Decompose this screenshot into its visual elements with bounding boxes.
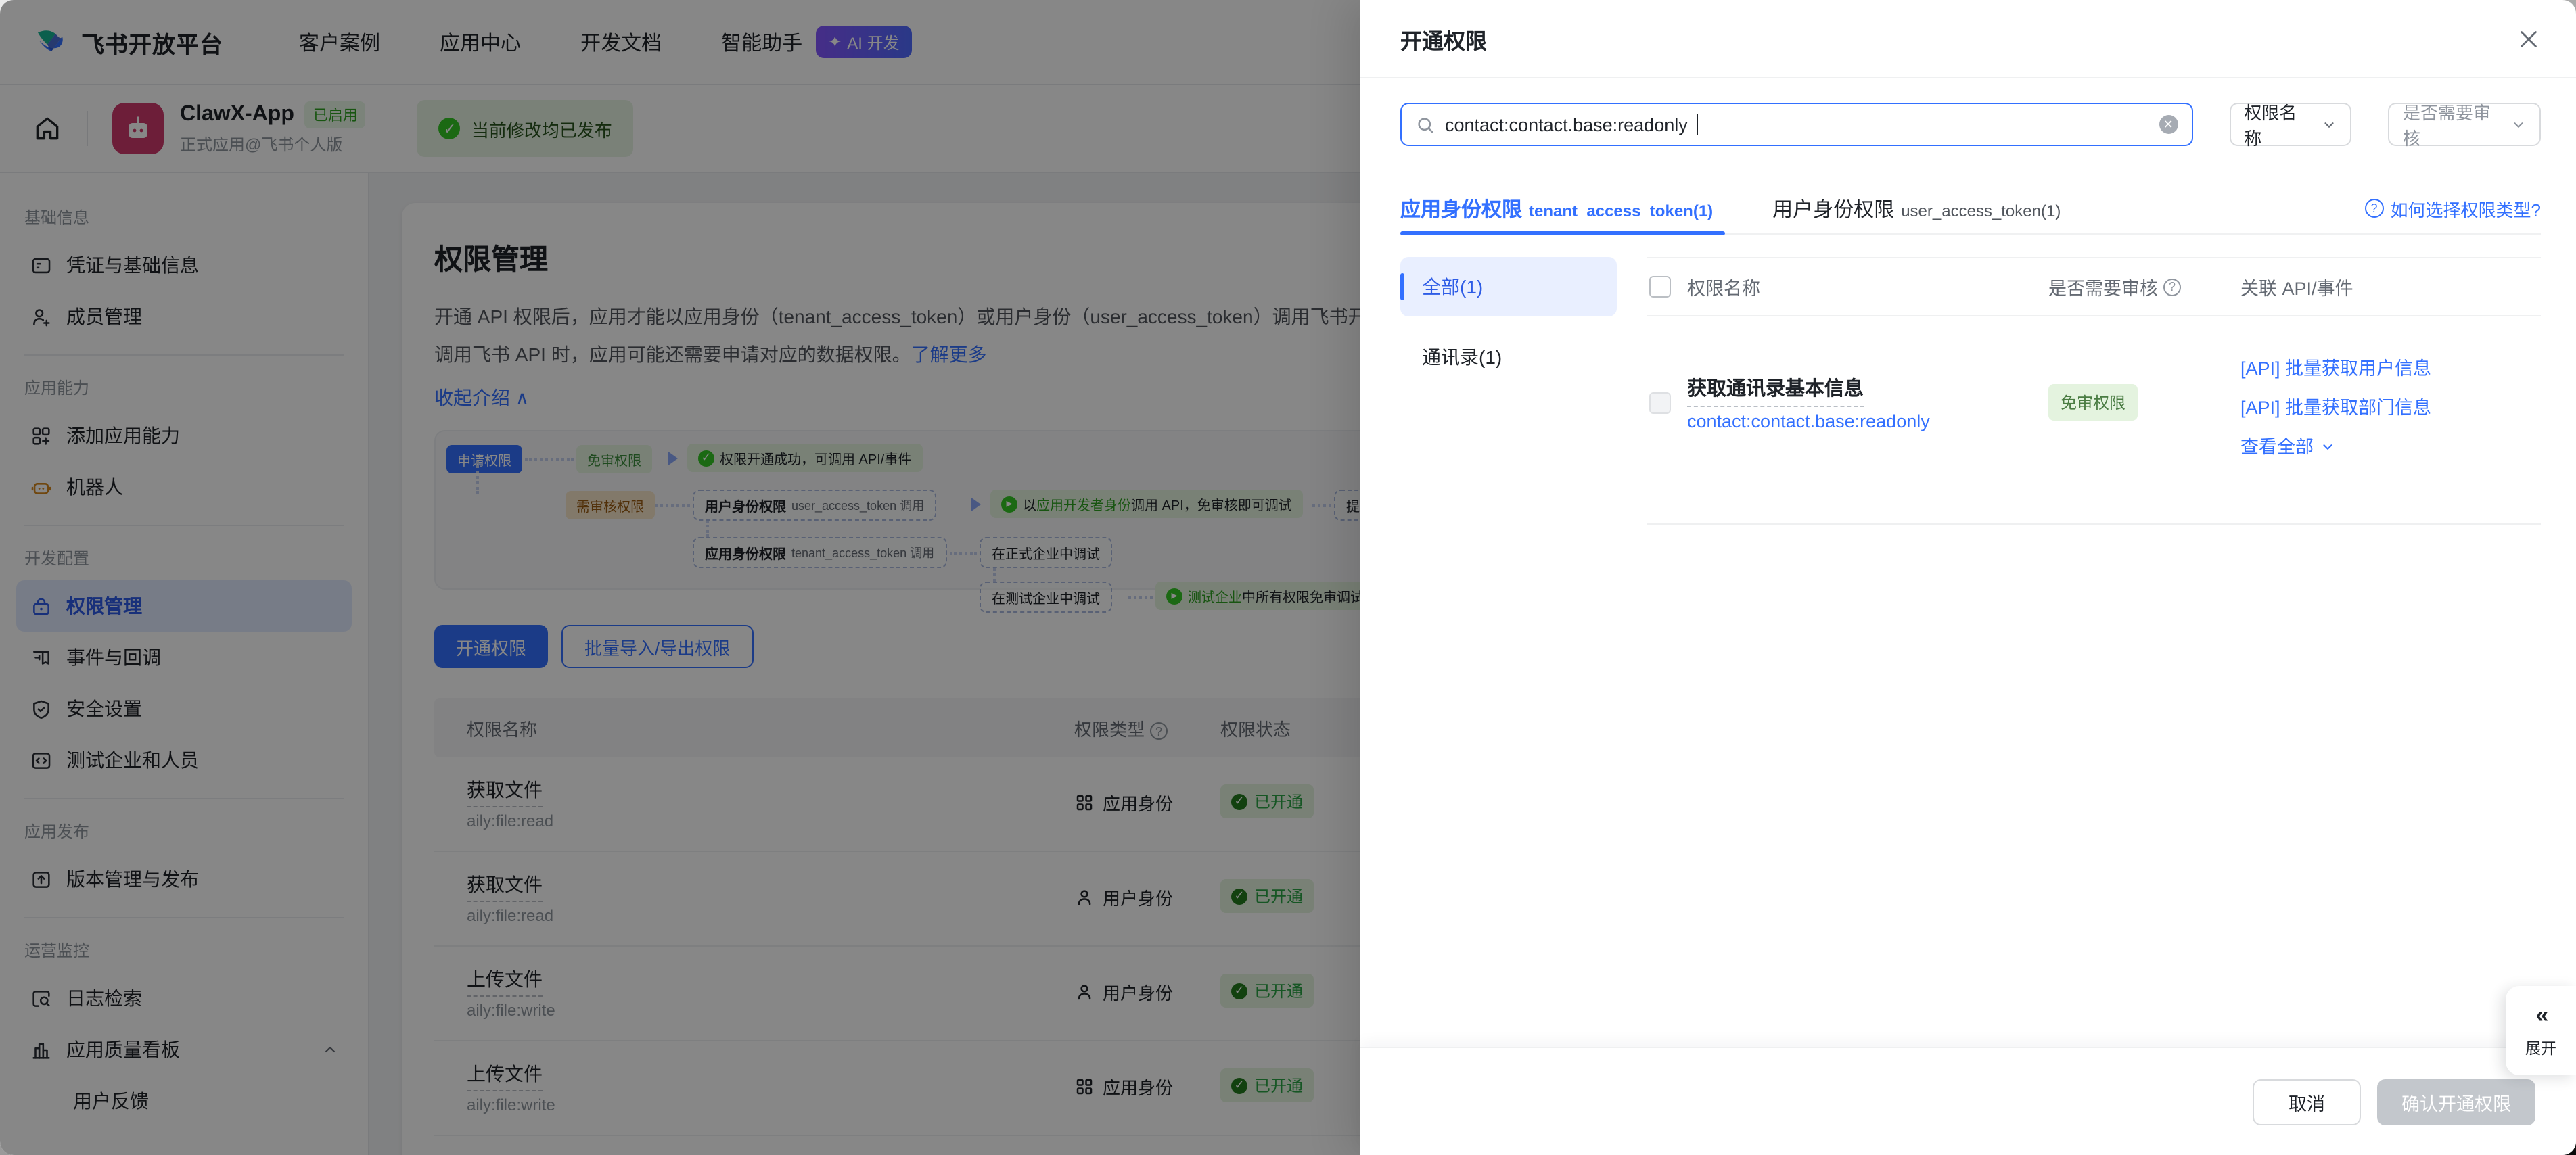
search-icon xyxy=(1415,114,1435,135)
category-contacts[interactable]: 通讯录(1) xyxy=(1400,327,1617,387)
cancel-button[interactable]: 取消 xyxy=(2253,1079,2361,1125)
confirm-open-permission-button[interactable]: 确认开通权限 xyxy=(2377,1079,2535,1125)
filter-name-dropdown[interactable]: 权限名称 xyxy=(2229,103,2351,149)
open-permission-drawer: 开通权限 contact:contact.base:readonly ✕ 权限名… xyxy=(1360,0,2576,1155)
drawer-footer: 取消 确认开通权限 xyxy=(1360,1047,2576,1155)
search-value: contact:contact.base:readonly xyxy=(1445,114,1688,135)
chevron-down-icon xyxy=(2511,117,2526,132)
col-permission-name: 权限名称 xyxy=(1687,279,1760,299)
review-free-badge: 免审权限 xyxy=(2048,384,2138,421)
close-icon[interactable] xyxy=(2516,26,2541,51)
text-caret xyxy=(1697,114,1699,135)
drawer-table: 权限名称 是否需要审核? 关联 API/事件 获取通讯录基本信息 contact… xyxy=(1647,257,2541,525)
col-need-review: 是否需要审核? xyxy=(2048,273,2181,300)
search-input[interactable]: contact:contact.base:readonly ✕ xyxy=(1400,103,2193,146)
permission-name[interactable]: 获取通讯录基本信息 xyxy=(1687,373,1864,407)
drawer-title: 开通权限 xyxy=(1400,30,1488,53)
drawer-header: 开通权限 xyxy=(1360,0,2576,78)
help-permission-type-link[interactable]: ? 如何选择权限类型? xyxy=(2364,195,2541,221)
permission-code-link[interactable]: contact:contact.base:readonly xyxy=(1687,411,1930,431)
related-api-links: [API] 批量获取用户信息 [API] 批量获取部门信息 查看全部 xyxy=(2240,349,2431,467)
col-related-api: 关联 API/事件 xyxy=(2240,279,2353,299)
question-circle-icon[interactable]: ? xyxy=(2163,278,2181,296)
drawer-table-row: 获取通讯录基本信息 contact:contact.base:readonly … xyxy=(1647,316,2541,525)
filter-review-dropdown[interactable]: 是否需要审核 xyxy=(2387,103,2541,149)
view-all-link[interactable]: 查看全部 xyxy=(2240,427,2431,467)
tab-user-permissions[interactable]: 用户身份权限 user_access_token(1) xyxy=(1772,194,2061,222)
chevron-down-icon xyxy=(2322,117,2337,132)
app-window: 飞书开放平台 客户案例 应用中心 开发文档 智能助手 ✦ AI 开发 ClawX… xyxy=(0,0,2576,1155)
tab-tenant-permissions[interactable]: 应用身份权限 tenant_access_token(1) xyxy=(1400,194,1713,222)
category-all[interactable]: 全部(1) xyxy=(1400,257,1617,316)
drawer-table-header: 权限名称 是否需要审核? 关联 API/事件 xyxy=(1647,257,2541,316)
expand-panel-button[interactable]: « 展开 xyxy=(2506,986,2576,1075)
clear-search-icon[interactable]: ✕ xyxy=(2159,115,2178,134)
select-all-checkbox[interactable] xyxy=(1649,276,1671,298)
api-link[interactable]: [API] 批量获取用户信息 xyxy=(2240,349,2431,388)
category-panel: 全部(1) 通讯录(1) xyxy=(1400,257,1617,525)
question-circle-icon: ? xyxy=(2364,199,2384,218)
double-chevron-left-icon: « xyxy=(2535,1002,2549,1028)
row-checkbox[interactable] xyxy=(1649,392,1671,414)
tab-active-indicator xyxy=(1400,231,1725,235)
api-link[interactable]: [API] 批量获取部门信息 xyxy=(2240,388,2431,427)
